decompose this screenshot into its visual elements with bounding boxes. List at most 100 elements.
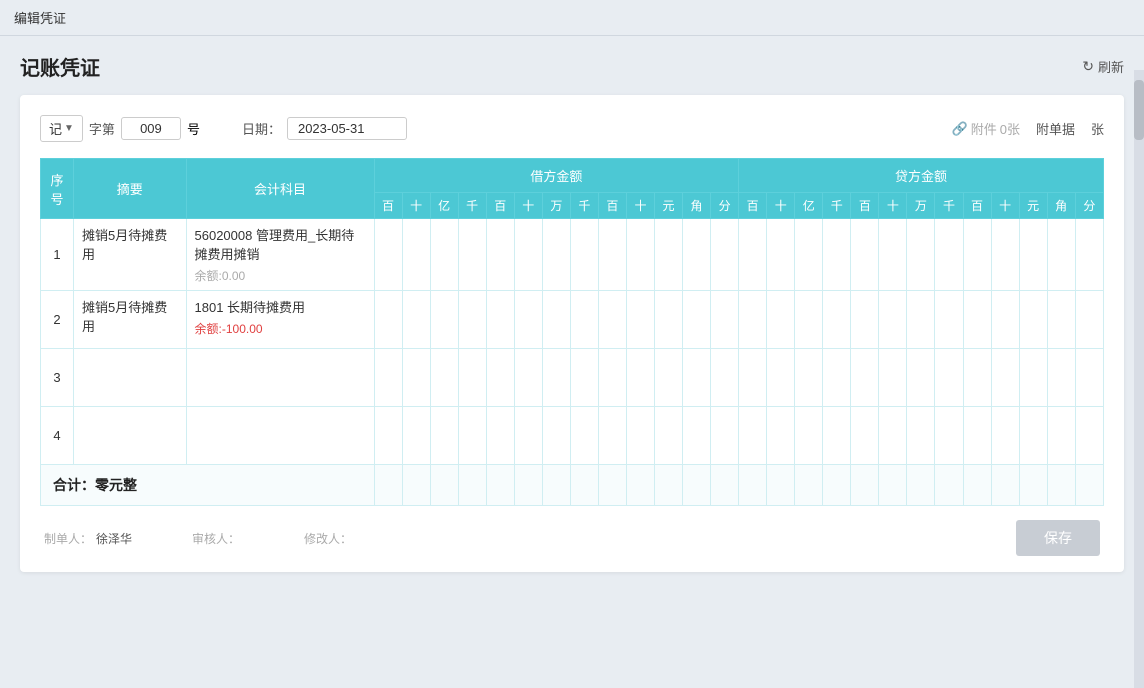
debit-digit-cell[interactable]: [458, 291, 486, 349]
debit-digit-cell[interactable]: [542, 407, 570, 465]
debit-digit-cell[interactable]: [626, 349, 654, 407]
credit-digit-cell[interactable]: [851, 407, 879, 465]
debit-digit-cell[interactable]: [374, 219, 402, 291]
debit-digit-cell[interactable]: [598, 349, 626, 407]
debit-digit-cell[interactable]: [486, 349, 514, 407]
credit-digit-cell[interactable]: [739, 407, 767, 465]
credit-digit-cell[interactable]: [795, 219, 823, 291]
account-cell[interactable]: 1801 长期待摊费用余额:-100.00: [186, 291, 374, 349]
credit-digit-cell[interactable]: [1075, 219, 1103, 291]
debit-digit-cell[interactable]: [430, 407, 458, 465]
credit-digit-cell[interactable]: [879, 407, 907, 465]
credit-digit-cell[interactable]: [823, 349, 851, 407]
credit-digit-cell[interactable]: [1047, 407, 1075, 465]
save-button[interactable]: 保存: [1016, 520, 1100, 556]
credit-digit-cell[interactable]: [907, 407, 935, 465]
debit-digit-cell[interactable]: [626, 219, 654, 291]
debit-digit-cell[interactable]: [374, 349, 402, 407]
credit-digit-cell[interactable]: [739, 349, 767, 407]
credit-digit-cell[interactable]: [935, 219, 963, 291]
credit-digit-cell[interactable]: [963, 219, 991, 291]
credit-digit-cell[interactable]: [935, 291, 963, 349]
debit-digit-cell[interactable]: [711, 219, 739, 291]
credit-digit-cell[interactable]: [767, 291, 795, 349]
debit-digit-cell[interactable]: [598, 219, 626, 291]
debit-digit-cell[interactable]: [486, 219, 514, 291]
debit-digit-cell[interactable]: [654, 219, 682, 291]
credit-digit-cell[interactable]: [1019, 407, 1047, 465]
debit-digit-cell[interactable]: [654, 349, 682, 407]
debit-digit-cell[interactable]: [402, 349, 430, 407]
debit-digit-cell[interactable]: [402, 291, 430, 349]
credit-digit-cell[interactable]: [851, 291, 879, 349]
fu-dan-ju-link[interactable]: 附单据: [1036, 119, 1075, 138]
debit-digit-cell[interactable]: [570, 219, 598, 291]
account-cell[interactable]: [186, 407, 374, 465]
debit-digit-cell[interactable]: [711, 349, 739, 407]
debit-digit-cell[interactable]: [458, 349, 486, 407]
debit-digit-cell[interactable]: [486, 291, 514, 349]
debit-digit-cell[interactable]: [711, 291, 739, 349]
debit-digit-cell[interactable]: [683, 349, 711, 407]
debit-digit-cell[interactable]: [402, 219, 430, 291]
account-cell[interactable]: 56020008 管理费用_长期待摊费用摊销余额:0.00: [186, 219, 374, 291]
debit-digit-cell[interactable]: [374, 291, 402, 349]
credit-digit-cell[interactable]: [963, 407, 991, 465]
credit-digit-cell[interactable]: [851, 349, 879, 407]
credit-digit-cell[interactable]: [879, 219, 907, 291]
credit-digit-cell[interactable]: [879, 291, 907, 349]
credit-digit-cell[interactable]: [879, 349, 907, 407]
debit-digit-cell[interactable]: [598, 291, 626, 349]
debit-digit-cell[interactable]: [570, 349, 598, 407]
debit-digit-cell[interactable]: [626, 407, 654, 465]
voucher-type-button[interactable]: 记 ▼: [40, 115, 83, 142]
credit-digit-cell[interactable]: [991, 291, 1019, 349]
debit-digit-cell[interactable]: [514, 349, 542, 407]
credit-digit-cell[interactable]: [1075, 407, 1103, 465]
debit-digit-cell[interactable]: [542, 291, 570, 349]
credit-digit-cell[interactable]: [1047, 349, 1075, 407]
account-cell[interactable]: [186, 349, 374, 407]
scrollbar-track[interactable]: [1134, 70, 1144, 688]
debit-digit-cell[interactable]: [514, 407, 542, 465]
date-input[interactable]: [287, 117, 407, 140]
debit-digit-cell[interactable]: [542, 349, 570, 407]
credit-digit-cell[interactable]: [991, 349, 1019, 407]
debit-digit-cell[interactable]: [514, 219, 542, 291]
debit-digit-cell[interactable]: [598, 407, 626, 465]
credit-digit-cell[interactable]: [767, 349, 795, 407]
credit-digit-cell[interactable]: [1047, 291, 1075, 349]
credit-digit-cell[interactable]: [767, 407, 795, 465]
attachment-link[interactable]: 🔗 附件 0张: [952, 119, 1020, 138]
debit-digit-cell[interactable]: [430, 219, 458, 291]
debit-digit-cell[interactable]: [654, 407, 682, 465]
debit-digit-cell[interactable]: [514, 291, 542, 349]
credit-digit-cell[interactable]: [795, 349, 823, 407]
debit-digit-cell[interactable]: [374, 407, 402, 465]
credit-digit-cell[interactable]: [767, 219, 795, 291]
credit-digit-cell[interactable]: [823, 291, 851, 349]
debit-digit-cell[interactable]: [654, 291, 682, 349]
credit-digit-cell[interactable]: [907, 349, 935, 407]
credit-digit-cell[interactable]: [1075, 291, 1103, 349]
credit-digit-cell[interactable]: [935, 349, 963, 407]
credit-digit-cell[interactable]: [1019, 219, 1047, 291]
debit-digit-cell[interactable]: [711, 407, 739, 465]
scrollbar-thumb[interactable]: [1134, 80, 1144, 140]
credit-digit-cell[interactable]: [907, 219, 935, 291]
debit-digit-cell[interactable]: [570, 291, 598, 349]
credit-digit-cell[interactable]: [963, 349, 991, 407]
credit-digit-cell[interactable]: [795, 291, 823, 349]
debit-digit-cell[interactable]: [402, 407, 430, 465]
credit-digit-cell[interactable]: [851, 219, 879, 291]
credit-digit-cell[interactable]: [823, 219, 851, 291]
debit-digit-cell[interactable]: [458, 219, 486, 291]
debit-digit-cell[interactable]: [542, 219, 570, 291]
credit-digit-cell[interactable]: [991, 407, 1019, 465]
summary-cell[interactable]: 摊销5月待摊费用: [74, 291, 187, 349]
credit-digit-cell[interactable]: [1019, 291, 1047, 349]
credit-digit-cell[interactable]: [823, 407, 851, 465]
debit-digit-cell[interactable]: [486, 407, 514, 465]
debit-digit-cell[interactable]: [430, 349, 458, 407]
debit-digit-cell[interactable]: [683, 291, 711, 349]
